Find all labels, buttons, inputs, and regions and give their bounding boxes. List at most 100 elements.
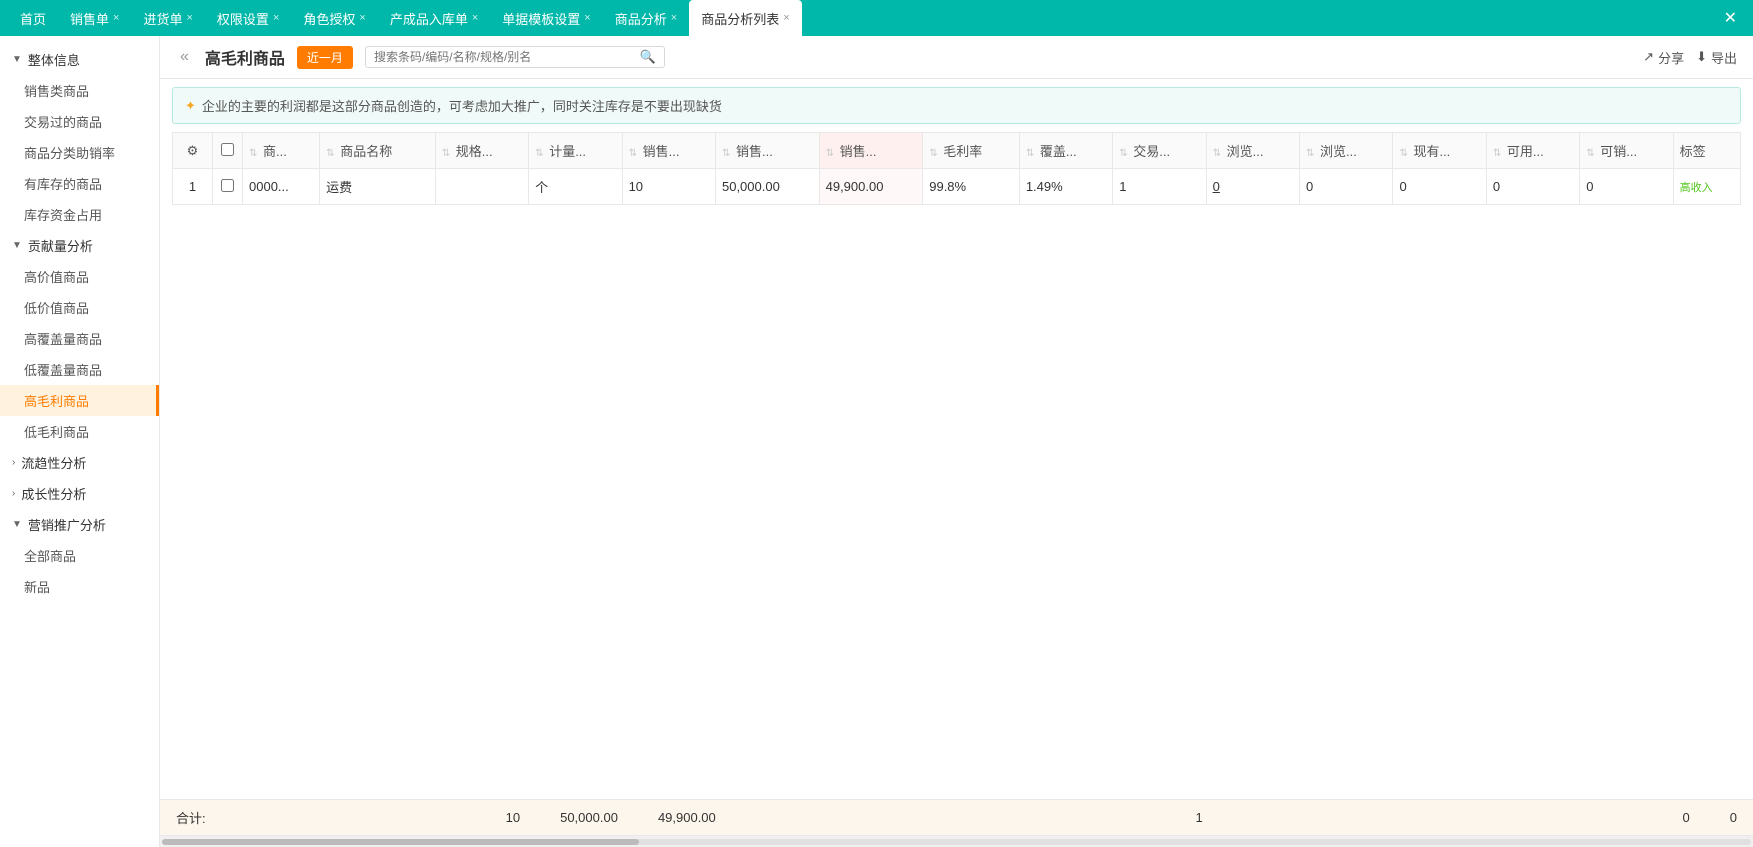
nav-product-analysis[interactable]: 商品分析 ×: [603, 0, 689, 36]
nav-close-template[interactable]: ×: [584, 12, 590, 24]
sort-transaction-icon: ⇅: [1119, 148, 1127, 159]
total-sales-qty: 10: [506, 810, 520, 825]
col-stock-available[interactable]: ⇅ 可用...: [1486, 133, 1579, 169]
col-sales-cost[interactable]: ⇅ 销售...: [819, 133, 923, 169]
sidebar-item-high-value[interactable]: 高价值商品: [0, 261, 159, 292]
col-stock-current[interactable]: ⇅ 现有...: [1393, 133, 1486, 169]
sidebar-collapse-button[interactable]: «: [176, 44, 193, 70]
sidebar-item-sales-goods[interactable]: 销售类商品: [0, 75, 159, 106]
sort-stock-sellable-icon: ⇅: [1586, 148, 1594, 159]
sidebar-item-in-stock[interactable]: 有库存的商品: [0, 168, 159, 199]
sidebar-item-all-goods[interactable]: 全部商品: [0, 540, 159, 571]
nav-close-product-analysis[interactable]: ×: [671, 12, 677, 24]
sidebar-item-category-rate[interactable]: 商品分类助销率: [0, 137, 159, 168]
cell-sales-qty: 10: [622, 169, 715, 205]
nav-role[interactable]: 角色授权 ×: [291, 0, 377, 36]
top-navigation: 首页 销售单 × 进货单 × 权限设置 × 角色授权 × 产成品入库单 × 单据…: [0, 0, 1753, 36]
scrollbar-thumb[interactable]: [162, 839, 639, 845]
sidebar-item-low-margin[interactable]: 低毛利商品: [0, 416, 159, 447]
col-gross-margin[interactable]: ⇅ 毛利率: [923, 133, 1020, 169]
col-unit[interactable]: ⇅ 计量...: [529, 133, 622, 169]
sidebar-item-high-coverage[interactable]: 高覆盖量商品: [0, 323, 159, 354]
page-title: 高毛利商品: [205, 45, 285, 69]
nav-inbound[interactable]: 产成品入库单 ×: [378, 0, 490, 36]
cell-name: 运费: [320, 169, 436, 205]
chevron-flow-icon: ›: [12, 457, 15, 468]
cell-stock-available: 0: [1486, 169, 1579, 205]
table-container[interactable]: ⚙ ⇅ 商... ⇅ 商品名称: [160, 132, 1753, 799]
share-icon: ↗: [1643, 49, 1654, 65]
footer-total: 合计: 10 50,000.00 49,900.00 1 0 0: [160, 799, 1753, 835]
col-code[interactable]: ⇅ 商...: [243, 133, 320, 169]
horizontal-scrollbar[interactable]: [160, 835, 1753, 847]
table-row: 1 0000... 运费 个 10 50,000.00 49,900.00 99…: [173, 169, 1741, 205]
chevron-marketing-icon: ▼: [12, 519, 22, 530]
sort-browse2-icon: ⇅: [1306, 148, 1314, 159]
close-window-icon[interactable]: ✕: [1724, 8, 1737, 28]
col-tag[interactable]: 标签: [1673, 133, 1740, 169]
sidebar-item-traded-goods[interactable]: 交易过的商品: [0, 106, 159, 137]
col-checkbox[interactable]: [213, 133, 243, 169]
row-checkbox[interactable]: [221, 179, 234, 192]
sort-unit-icon: ⇅: [535, 148, 543, 159]
sidebar-group-flow[interactable]: › 流趋性分析: [0, 447, 159, 478]
sidebar-group-growth[interactable]: › 成长性分析: [0, 478, 159, 509]
nav-close-purchase[interactable]: ×: [186, 12, 192, 24]
tag-badge: 高收入: [1680, 182, 1713, 194]
sort-name-icon: ⇅: [326, 148, 334, 159]
col-transaction[interactable]: ⇅ 交易...: [1113, 133, 1206, 169]
nav-template[interactable]: 单据模板设置 ×: [490, 0, 602, 36]
sort-spec-icon: ⇅: [442, 148, 450, 159]
export-button[interactable]: ⬇ 导出: [1696, 48, 1737, 67]
settings-icon[interactable]: ⚙: [187, 143, 199, 158]
search-icon[interactable]: 🔍: [640, 49, 656, 65]
scrollbar-track: [162, 839, 1751, 845]
content-area: « 高毛利商品 近一月 🔍 ↗ 分享 ⬇ 导出 ✦ 企业的主要的利润都是这部: [160, 36, 1753, 847]
cell-code: 0000...: [243, 169, 320, 205]
total-sales-cost: 49,900.00: [658, 810, 716, 825]
cell-browse1[interactable]: 0: [1206, 169, 1299, 205]
sidebar-item-low-coverage[interactable]: 低覆盖量商品: [0, 354, 159, 385]
col-browse2[interactable]: ⇅ 浏览...: [1300, 133, 1393, 169]
nav-close-inbound[interactable]: ×: [472, 12, 478, 24]
col-spec[interactable]: ⇅ 规格...: [435, 133, 528, 169]
col-browse1[interactable]: ⇅ 浏览...: [1206, 133, 1299, 169]
filter-period-button[interactable]: 近一月: [297, 46, 353, 69]
col-coverage[interactable]: ⇅ 覆盖...: [1019, 133, 1112, 169]
nav-close-product-analysis-list[interactable]: ×: [783, 12, 789, 24]
share-button[interactable]: ↗ 分享: [1643, 48, 1684, 67]
search-input[interactable]: [374, 50, 640, 64]
cell-checkbox[interactable]: [213, 169, 243, 205]
sort-code-icon: ⇅: [249, 148, 257, 159]
main-layout: ▼ 整体信息 销售类商品 交易过的商品 商品分类助销率 有库存的商品 库存资金占…: [0, 36, 1753, 847]
nav-close-role[interactable]: ×: [359, 12, 365, 24]
nav-permission[interactable]: 权限设置 ×: [205, 0, 291, 36]
cell-sales-amount: 50,000.00: [715, 169, 819, 205]
nav-home[interactable]: 首页: [8, 0, 58, 36]
cell-coverage: 1.49%: [1019, 169, 1112, 205]
col-settings[interactable]: ⚙: [173, 133, 213, 169]
sidebar-item-new-goods[interactable]: 新品: [0, 571, 159, 602]
total-label: 合计:: [176, 808, 206, 827]
sidebar-group-contribution[interactable]: ▼ 贡献量分析: [0, 230, 159, 261]
nav-sales[interactable]: 销售单 ×: [58, 0, 131, 36]
info-icon: ✦: [185, 98, 196, 114]
chevron-overall-icon: ▼: [12, 54, 22, 65]
sidebar-group-marketing[interactable]: ▼ 营销推广分析: [0, 509, 159, 540]
col-name[interactable]: ⇅ 商品名称: [320, 133, 436, 169]
cell-sales-cost: 49,900.00: [819, 169, 923, 205]
sidebar-item-high-margin[interactable]: 高毛利商品: [0, 385, 159, 416]
sidebar-group-overall[interactable]: ▼ 整体信息: [0, 44, 159, 75]
sort-sales-qty-icon: ⇅: [629, 148, 637, 159]
select-all-checkbox[interactable]: [221, 143, 234, 156]
col-sales-qty[interactable]: ⇅ 销售...: [622, 133, 715, 169]
nav-product-analysis-list[interactable]: 商品分析列表 ×: [689, 0, 801, 36]
sidebar: ▼ 整体信息 销售类商品 交易过的商品 商品分类助销率 有库存的商品 库存资金占…: [0, 36, 160, 847]
sidebar-item-low-value[interactable]: 低价值商品: [0, 292, 159, 323]
nav-close-sales[interactable]: ×: [113, 12, 119, 24]
sidebar-item-stock-capital[interactable]: 库存资金占用: [0, 199, 159, 230]
nav-purchase[interactable]: 进货单 ×: [131, 0, 204, 36]
nav-close-permission[interactable]: ×: [273, 12, 279, 24]
col-sales-amount[interactable]: ⇅ 销售...: [715, 133, 819, 169]
col-stock-sellable[interactable]: ⇅ 可销...: [1580, 133, 1673, 169]
